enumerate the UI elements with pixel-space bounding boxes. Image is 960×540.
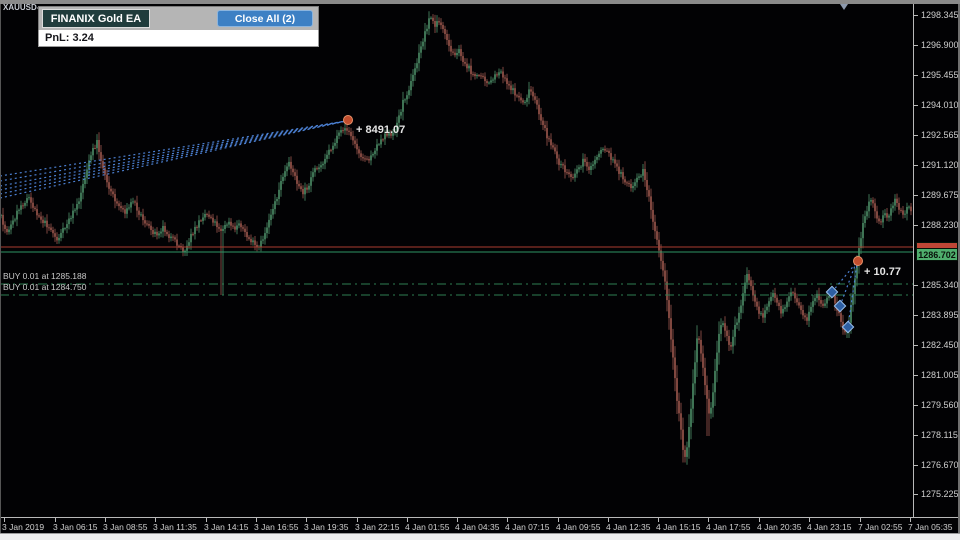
time-axis-label: 3 Jan 19:35 [304, 522, 349, 532]
trend-lines [0, 120, 858, 328]
time-axis-label: 3 Jan 11:35 [153, 522, 197, 532]
price-axis-label: 1285.340 [921, 279, 959, 290]
price-lines [0, 246, 913, 296]
price-axis-label: 1294.010 [921, 99, 959, 110]
price-axis-label: 1276.670 [921, 459, 959, 470]
price-axis[interactable]: 1298.345 1296.900 1295.455 1294.010 1292.565… [913, 4, 959, 517]
price-axis-tick [914, 15, 918, 16]
trade-close-marker-icon [343, 115, 353, 125]
time-axis-label: 4 Jan 23:15 [807, 522, 852, 532]
price-axis-label: 1298.345 [921, 9, 959, 20]
profit-label: + 8491.07 [356, 124, 406, 136]
window-left-edge [0, 4, 1, 533]
time-axis-label: 3 Jan 2019 [2, 522, 45, 532]
price-axis-tick [914, 45, 918, 46]
price-axis-label: 1291.120 [921, 159, 959, 170]
time-axis-label: 4 Jan 17:55 [706, 522, 751, 532]
price-axis-tick [914, 494, 918, 495]
window-bottom-edge [0, 533, 960, 540]
price-axis-label: 1282.450 [921, 339, 959, 350]
price-axis-label: 1292.565 [921, 129, 959, 140]
price-axis-tick [914, 75, 918, 76]
time-axis-label: 4 Jan 12:35 [606, 522, 651, 532]
price-axis-label: 1289.675 [921, 189, 959, 200]
time-axis-label: 4 Jan 15:15 [656, 522, 701, 532]
time-axis-label: 4 Jan 09:55 [556, 522, 601, 532]
price-axis-label: 1295.455 [921, 69, 959, 80]
price-axis-label: 1296.900 [921, 39, 959, 50]
app-window: XAUUSD- FINANIX Gold EA Close All (2) Pn… [0, 0, 960, 540]
price-axis-label: 1278.115 [921, 429, 958, 440]
chart-shift-marker-icon [840, 4, 848, 10]
buy-position-label: BUY 0.01 at 1285.188 [3, 271, 87, 281]
price-axis-tick [914, 375, 918, 376]
price-axis-tick [914, 195, 918, 196]
price-axis-tick [914, 435, 918, 436]
time-axis-label: 7 Jan 05:35 [908, 522, 953, 532]
profit-label: + 10.77 [864, 266, 902, 278]
time-axis-label: 4 Jan 04:35 [455, 522, 500, 532]
trade-close-marker-icon [853, 256, 863, 266]
current-price-tag: 1286.702 [916, 248, 958, 261]
price-axis-label: 1281.005 [921, 369, 959, 380]
price-axis-label: 1288.230 [921, 219, 959, 230]
price-axis-label: 1279.560 [921, 399, 959, 410]
price-axis-tick [914, 225, 918, 226]
close-all-button[interactable]: Close All (2) [217, 10, 313, 27]
time-axis-label: 4 Jan 20:35 [757, 522, 802, 532]
time-axis-label: 3 Jan 06:15 [53, 522, 98, 532]
ea-panel-title: FINANIX Gold EA [42, 9, 150, 28]
time-axis-label: 3 Jan 16:55 [254, 522, 299, 532]
candlestick-chart[interactable] [0, 0, 960, 540]
time-axis-label: 7 Jan 02:55 [858, 522, 903, 532]
price-axis-tick [914, 345, 918, 346]
time-axis-label: 3 Jan 08:55 [103, 522, 148, 532]
price-axis-label: 1275.225 [921, 488, 959, 499]
price-axis-tick [914, 405, 918, 406]
chart-area[interactable]: XAUUSD- FINANIX Gold EA Close All (2) Pn… [0, 0, 960, 540]
ea-panel-header: FINANIX Gold EA Close All (2) [38, 6, 319, 30]
price-axis-tick [914, 105, 918, 106]
time-axis-label: 4 Jan 07:15 [505, 522, 550, 532]
symbol-label: XAUUSD- [3, 3, 40, 12]
pnl-row: PnL: 3.24 [38, 30, 319, 47]
price-axis-tick [914, 135, 918, 136]
price-axis-tick [914, 165, 918, 166]
candles [0, 11, 912, 465]
time-axis-label: 3 Jan 22:15 [355, 522, 400, 532]
price-axis-tick [914, 465, 918, 466]
time-axis[interactable]: 3 Jan 2019 3 Jan 06:15 3 Jan 08:55 3 Jan 11… [0, 517, 960, 533]
ea-panel: FINANIX Gold EA Close All (2) PnL: 3.24 [38, 6, 319, 47]
buy-position-label: BUY 0.01 at 1284.750 [3, 282, 87, 292]
price-axis-label: 1283.895 [921, 309, 959, 320]
time-axis-label: 3 Jan 14:15 [204, 522, 249, 532]
price-axis-tick [914, 315, 918, 316]
time-axis-label: 4 Jan 01:55 [405, 522, 450, 532]
price-axis-tick [914, 285, 918, 286]
window-top-edge [0, 0, 960, 4]
